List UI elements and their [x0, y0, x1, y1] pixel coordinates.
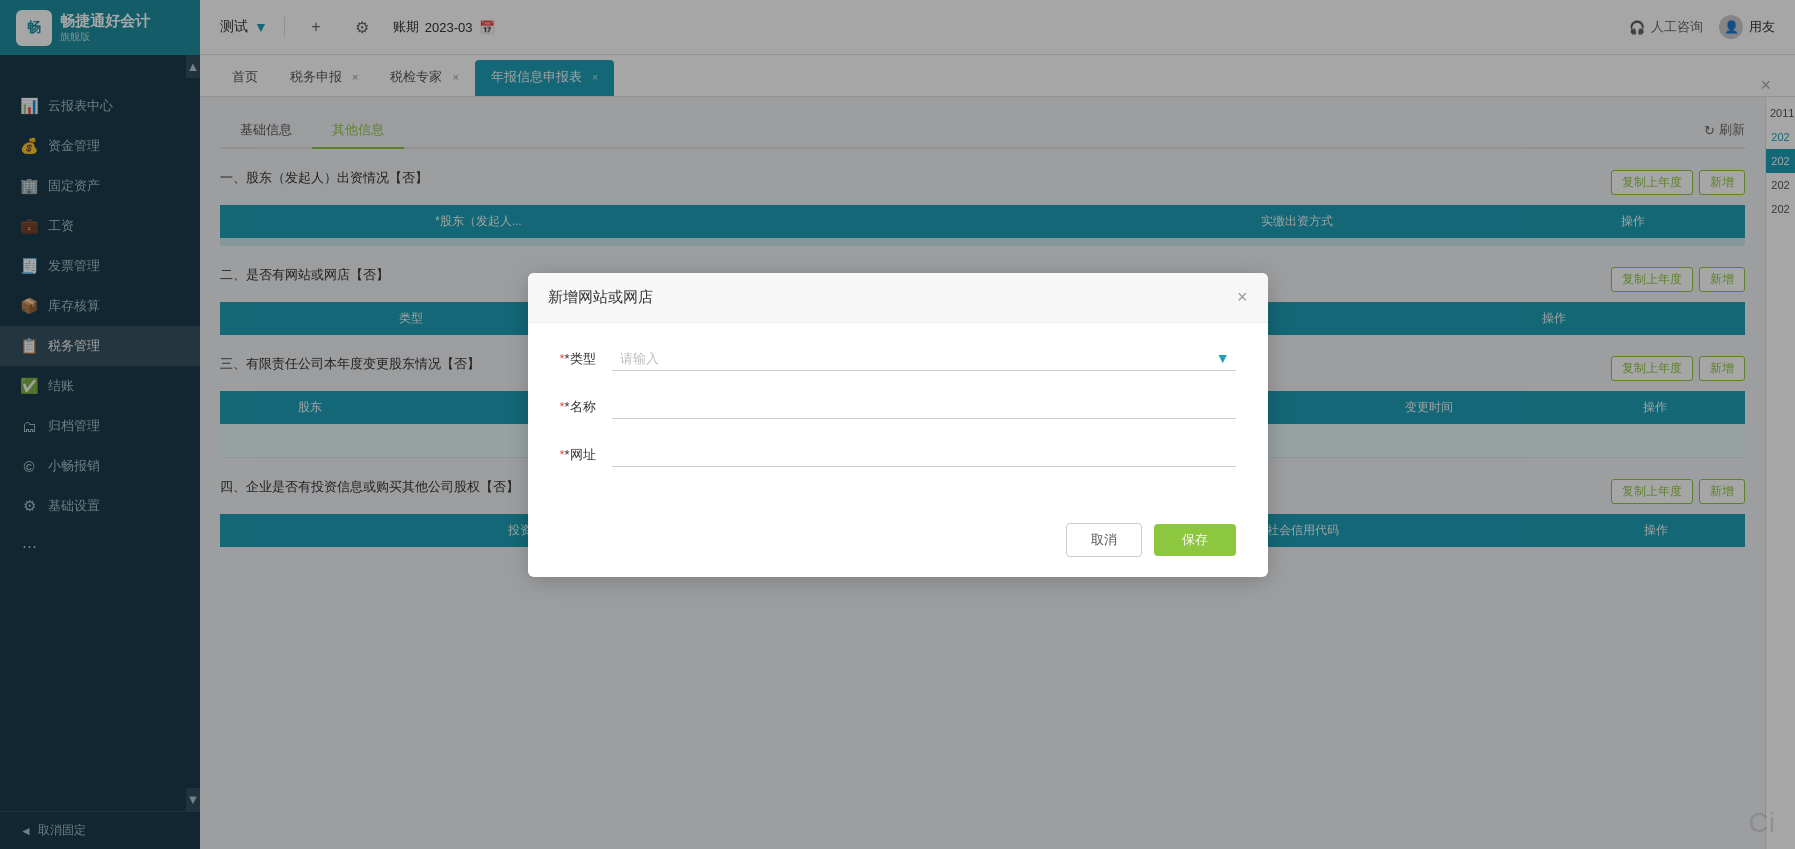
save-button[interactable]: 保存 — [1154, 524, 1236, 556]
type-input[interactable] — [612, 347, 1236, 370]
form-row-type: **类型 ▼ — [560, 347, 1236, 371]
form-row-name: **名称 — [560, 395, 1236, 419]
name-label: **名称 — [560, 398, 600, 416]
dialog-header: 新增网站或网店 × — [528, 273, 1268, 323]
name-input-wrap[interactable] — [612, 395, 1236, 419]
url-label: **网址 — [560, 446, 600, 464]
add-website-dialog: 新增网站或网店 × **类型 ▼ **名称 — [528, 273, 1268, 577]
url-input-wrap[interactable] — [612, 443, 1236, 467]
dialog-body: **类型 ▼ **名称 **网址 — [528, 323, 1268, 507]
dialog-overlay[interactable]: 新增网站或网店 × **类型 ▼ **名称 — [0, 0, 1795, 849]
name-input[interactable] — [612, 395, 1236, 418]
url-input[interactable] — [612, 443, 1236, 466]
cancel-button[interactable]: 取消 — [1066, 523, 1142, 557]
type-dropdown-arrow: ▼ — [1216, 350, 1230, 366]
form-row-url: **网址 — [560, 443, 1236, 467]
dialog-footer: 取消 保存 — [528, 507, 1268, 577]
type-input-wrap[interactable]: ▼ — [612, 347, 1236, 371]
dialog-close-button[interactable]: × — [1237, 287, 1248, 308]
type-label: **类型 — [560, 350, 600, 368]
dialog-title: 新增网站或网店 — [548, 288, 653, 307]
